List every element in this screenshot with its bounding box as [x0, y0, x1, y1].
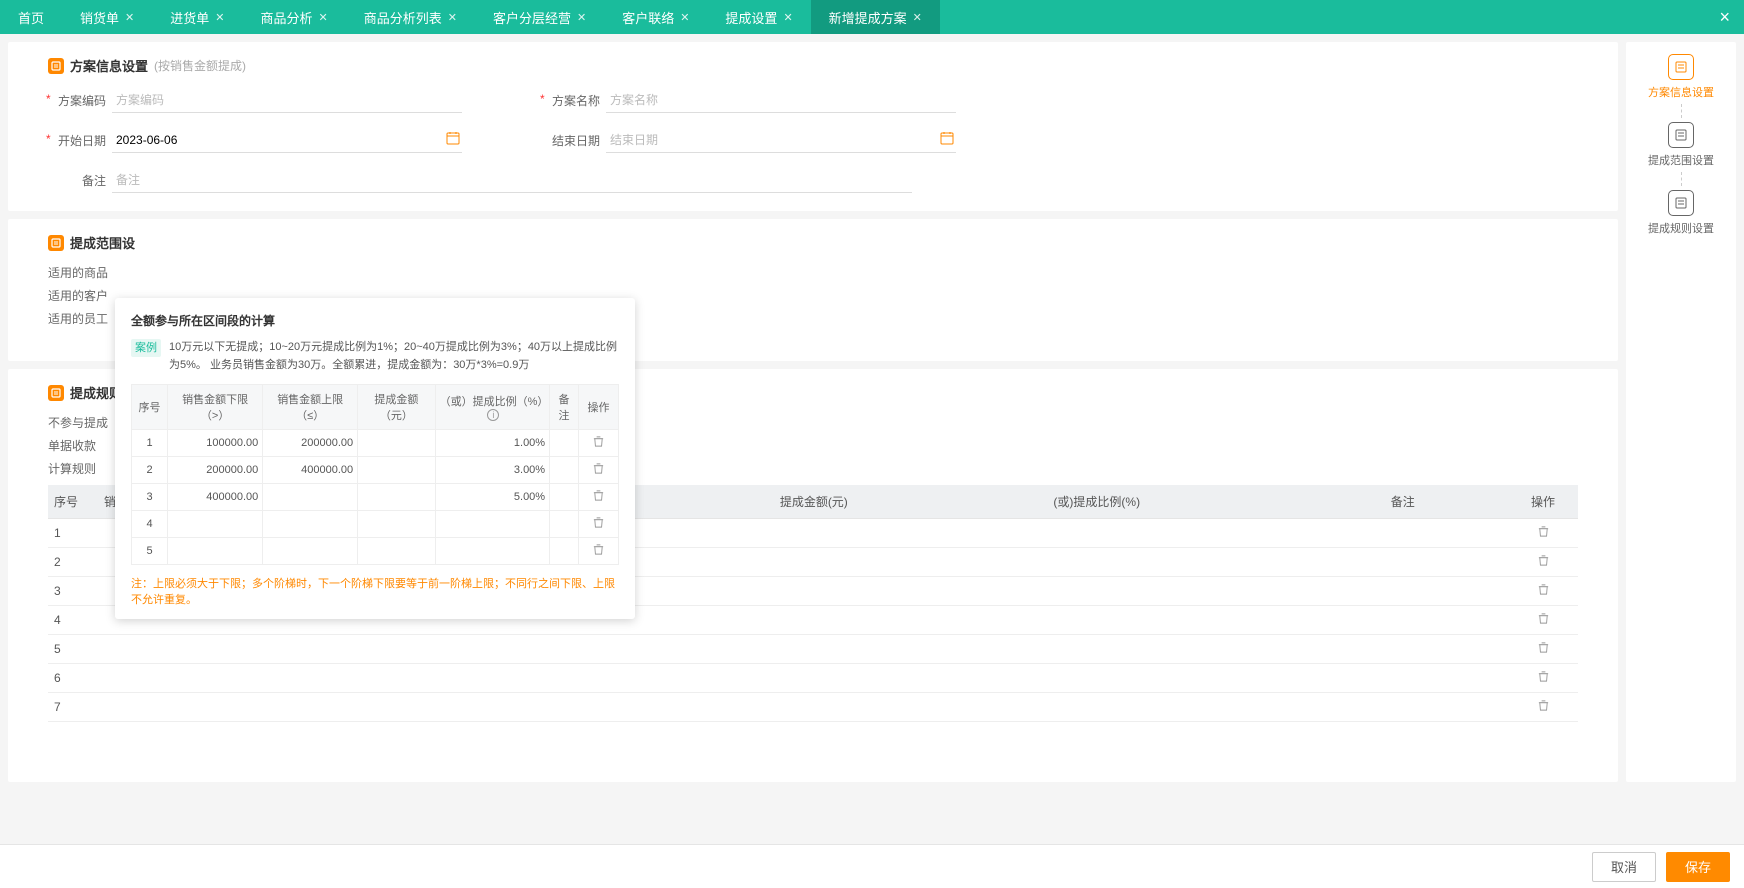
- label-code: 方案编码: [48, 92, 112, 109]
- tab-提成设置[interactable]: 提成设置✕: [707, 0, 810, 34]
- panel-subtitle: (按销售金额提成): [154, 57, 246, 74]
- delete-icon[interactable]: [1537, 641, 1550, 654]
- th-idx: 序号: [48, 485, 98, 519]
- calendar-icon[interactable]: [446, 131, 460, 148]
- tooltip-row: 2200000.00400000.003.00%: [132, 457, 619, 484]
- th-op: 操作: [1508, 485, 1578, 519]
- input-remark[interactable]: [112, 167, 912, 193]
- input-plan-name[interactable]: [606, 87, 956, 113]
- section-icon: [48, 385, 64, 401]
- delete-icon[interactable]: [1537, 525, 1550, 538]
- tab-close-icon[interactable]: ✕: [319, 11, 328, 24]
- delete-icon[interactable]: [1537, 583, 1550, 596]
- anchor-icon: [1668, 54, 1694, 80]
- label-start: 开始日期: [48, 132, 112, 149]
- tab-close-icon[interactable]: ✕: [913, 11, 922, 24]
- anchor-icon: [1668, 190, 1694, 216]
- tooltip-table: 序号 销售金额下限（>） 销售金额上限（≤） 提成金额（元） （或）提成比例（%…: [131, 384, 619, 565]
- th-remark: 备注: [1385, 485, 1508, 519]
- rule-row[interactable]: 6: [48, 664, 1578, 693]
- tab-bar: 首页销货单✕进货单✕商品分析✕商品分析列表✕客户分层经营✕客户联络✕提成设置✕新…: [0, 0, 1744, 34]
- example-tag: 案例: [131, 339, 161, 357]
- info-icon[interactable]: i: [487, 409, 499, 421]
- anchor-2[interactable]: 提成规则设置: [1648, 190, 1714, 236]
- close-all-tabs[interactable]: ×: [1713, 0, 1736, 34]
- section-icon: [48, 58, 64, 74]
- label-end: 结束日期: [542, 132, 606, 149]
- tooltip-note: 注：上限必须大于下限；多个阶梯时，下一个阶梯下限要等于前一阶梯上限；不同行之间下…: [131, 575, 619, 607]
- panel-title: 方案信息设置: [70, 56, 148, 75]
- tab-新增提成方案[interactable]: 新增提成方案✕: [811, 0, 940, 34]
- section-icon: [48, 235, 64, 251]
- tab-close-icon[interactable]: ✕: [577, 11, 586, 24]
- panel-title: 提成范围设: [70, 233, 135, 252]
- rule-row[interactable]: 7: [48, 693, 1578, 722]
- label-remark: 备注: [48, 172, 112, 189]
- cancel-button[interactable]: 取消: [1592, 852, 1656, 882]
- tab-close-icon[interactable]: ✕: [125, 11, 134, 24]
- th-amount: 提成金额(元): [774, 485, 1048, 519]
- tab-客户分层经营[interactable]: 客户分层经营✕: [475, 0, 604, 34]
- delete-icon[interactable]: [592, 543, 605, 556]
- save-button[interactable]: 保存: [1666, 852, 1730, 882]
- anchor-nav: 方案信息设置提成范围设置提成规则设置: [1626, 42, 1736, 782]
- delete-icon[interactable]: [592, 435, 605, 448]
- delete-icon[interactable]: [592, 489, 605, 502]
- delete-icon[interactable]: [1537, 554, 1550, 567]
- anchor-1[interactable]: 提成范围设置: [1648, 122, 1714, 168]
- tab-进货单[interactable]: 进货单✕: [152, 0, 242, 34]
- calc-rule-tooltip: 全额参与所在区间段的计算 案例 10万元以下无提成；10~20万元提成比例为1%…: [115, 298, 635, 619]
- th-ratio: (或)提成比例(%): [1047, 485, 1384, 519]
- anchor-icon: [1668, 122, 1694, 148]
- input-plan-code[interactable]: [112, 87, 462, 113]
- delete-icon[interactable]: [592, 462, 605, 475]
- tab-close-icon[interactable]: ✕: [783, 11, 792, 24]
- tooltip-row: 4: [132, 511, 619, 538]
- panel-plan-info: 方案信息设置 (按销售金额提成) 方案编码 方案名称 开始日期: [8, 42, 1618, 211]
- footer-bar: 取消 保存: [0, 844, 1744, 888]
- label-name: 方案名称: [542, 92, 606, 109]
- input-end-date[interactable]: [606, 127, 956, 153]
- tab-客户联络[interactable]: 客户联络✕: [604, 0, 707, 34]
- delete-icon[interactable]: [1537, 612, 1550, 625]
- input-start-date[interactable]: [112, 127, 462, 153]
- scope-goods-label: 适用的商品: [48, 264, 128, 281]
- delete-icon[interactable]: [592, 516, 605, 529]
- example-text: 10万元以下无提成；10~20万元提成比例为1%；20~40万提成比例为3%；4…: [169, 339, 619, 374]
- delete-icon[interactable]: [1537, 699, 1550, 712]
- tab-close-icon[interactable]: ✕: [215, 11, 224, 24]
- tab-商品分析列表[interactable]: 商品分析列表✕: [346, 0, 475, 34]
- tab-销货单[interactable]: 销货单✕: [62, 0, 152, 34]
- tooltip-row: 5: [132, 538, 619, 565]
- tab-close-icon[interactable]: ✕: [680, 11, 689, 24]
- tooltip-row: 1100000.00200000.001.00%: [132, 430, 619, 457]
- anchor-0[interactable]: 方案信息设置: [1648, 54, 1714, 100]
- delete-icon[interactable]: [1537, 670, 1550, 683]
- tab-首页[interactable]: 首页: [0, 0, 62, 34]
- tab-close-icon[interactable]: ✕: [448, 11, 457, 24]
- tooltip-row: 3400000.005.00%: [132, 484, 619, 511]
- tooltip-title: 全额参与所在区间段的计算: [131, 312, 619, 329]
- calendar-icon[interactable]: [940, 131, 954, 148]
- tab-商品分析[interactable]: 商品分析✕: [242, 0, 345, 34]
- rule-row[interactable]: 5: [48, 635, 1578, 664]
